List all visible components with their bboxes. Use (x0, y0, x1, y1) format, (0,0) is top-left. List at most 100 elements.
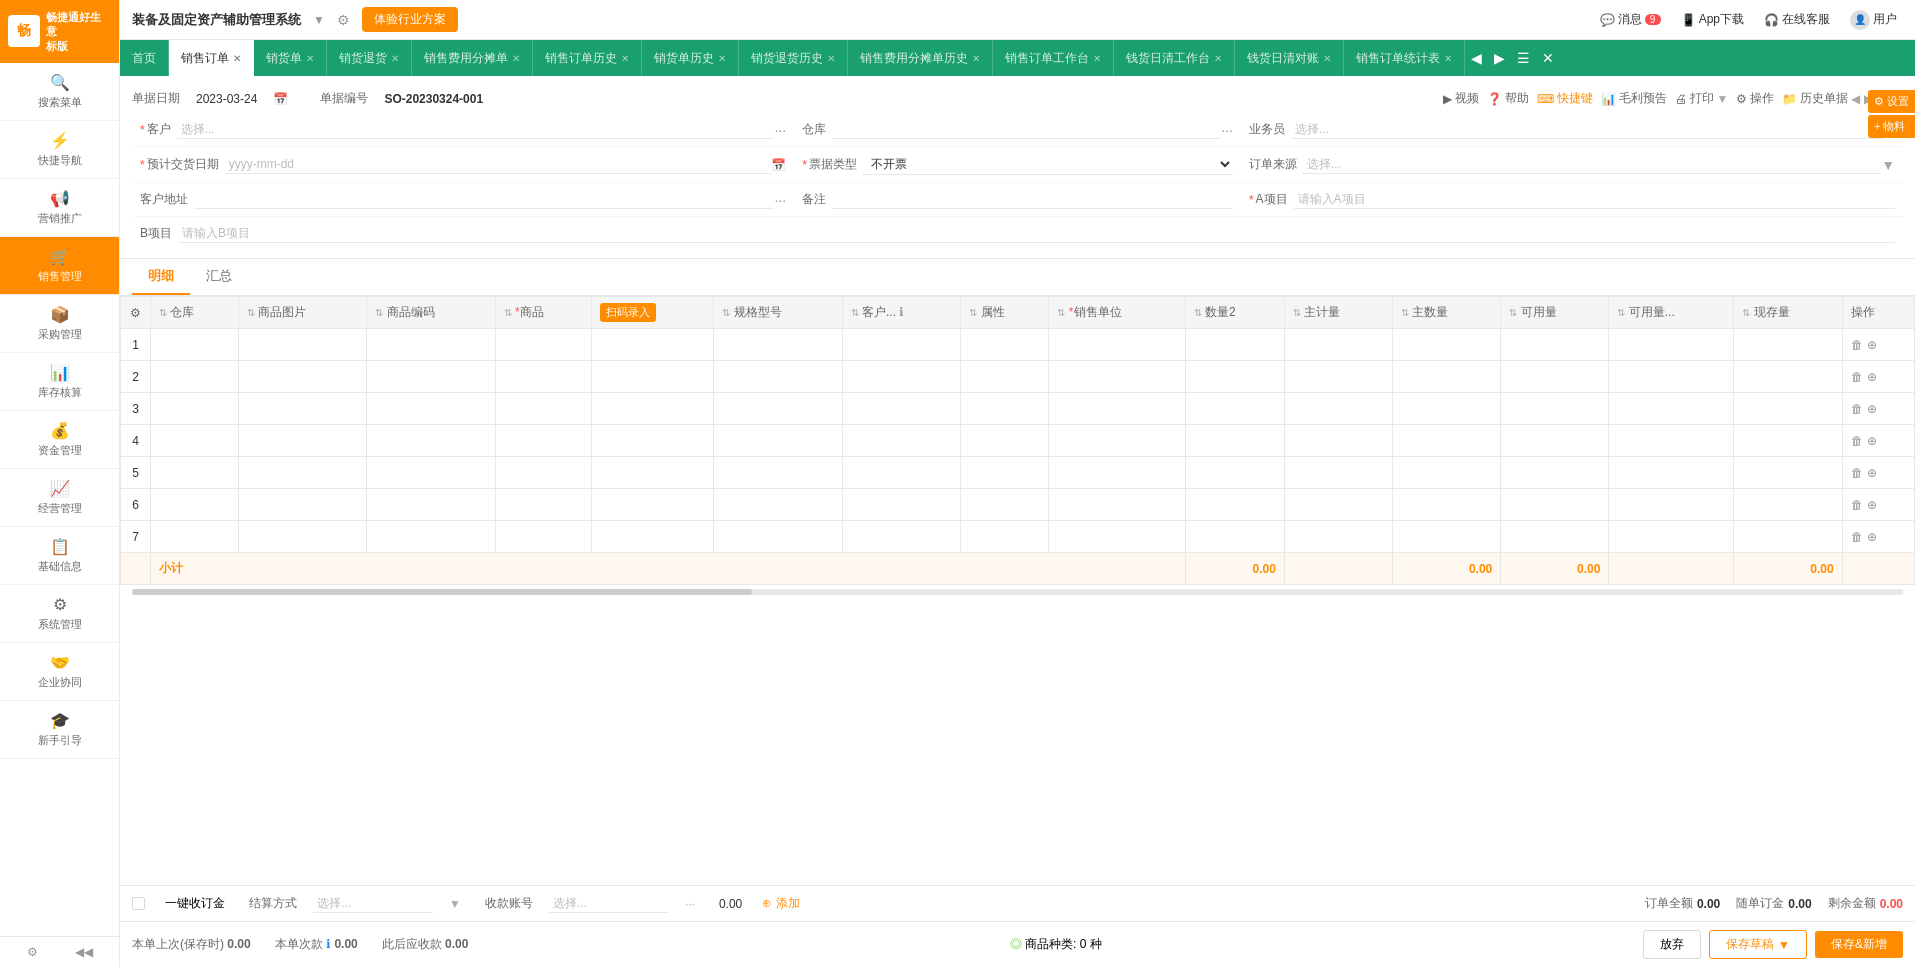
tab-close-order-stats[interactable]: ✕ (1444, 53, 1452, 64)
scan-entry-button[interactable]: 扫码录入 (600, 303, 656, 322)
row-copy-icon-3[interactable]: ⊕ (1867, 402, 1877, 416)
tab-close-slip-history[interactable]: ✕ (718, 53, 726, 64)
one-click-checkbox[interactable] (132, 897, 145, 910)
discard-button[interactable]: 放弃 (1643, 930, 1701, 959)
col-available2[interactable]: ⇅ 可用量... (1609, 297, 1734, 329)
order-source-more-icon[interactable]: ▼ (1881, 157, 1895, 173)
payment-method-input[interactable] (313, 894, 433, 913)
message-button[interactable]: 💬 消息 9 (1594, 9, 1667, 30)
sidebar-settings-icon[interactable]: ⚙ (27, 945, 38, 959)
tab-sales-order[interactable]: 销售订单 ✕ (169, 40, 254, 76)
sidebar-item-inventory[interactable]: 📊 库存核算 (0, 353, 119, 411)
shortcut-button[interactable]: ⌨ 快捷键 (1537, 90, 1593, 107)
sidebar-item-quick-nav[interactable]: ⚡ 快捷导航 (0, 121, 119, 179)
col-settings[interactable]: ⚙ (121, 297, 151, 329)
customer-input[interactable] (177, 120, 775, 139)
tab-cash-reconcile[interactable]: 钱货日清对账 ✕ (1235, 40, 1344, 76)
row-copy-icon-1[interactable]: ⊕ (1867, 338, 1877, 352)
warehouse-more-icon[interactable]: ··· (1221, 122, 1233, 138)
save-new-button[interactable]: 保存&新增 (1815, 931, 1903, 958)
tab-close-cash-reconcile[interactable]: ✕ (1323, 53, 1331, 64)
tab-close-all-button[interactable]: ✕ (1536, 50, 1560, 66)
view-video-button[interactable]: ▶ 视频 (1443, 90, 1479, 107)
tab-cash-workbench[interactable]: 钱货日清工作台 ✕ (1114, 40, 1235, 76)
sidebar-item-basic-info[interactable]: 📋 基础信息 (0, 527, 119, 585)
address-more-icon[interactable]: ··· (774, 192, 786, 208)
col-attr[interactable]: ⇅ 属性 (961, 297, 1049, 329)
a-project-input[interactable] (1294, 190, 1895, 209)
col-code[interactable]: ⇅ 商品编码 (367, 297, 495, 329)
online-service-button[interactable]: 🎧 在线客服 (1758, 9, 1836, 30)
col-warehouse[interactable]: ⇅ 仓库 (151, 297, 239, 329)
tab-home[interactable]: 首页 (120, 40, 169, 76)
sidebar-item-operations[interactable]: 📈 经营管理 (0, 469, 119, 527)
sidebar-item-guide[interactable]: 🎓 新手引导 (0, 701, 119, 759)
row-delete-icon-2[interactable]: 🗑 (1851, 370, 1863, 384)
col-qty2[interactable]: ⇅ 数量2 (1185, 297, 1284, 329)
payment-dropdown-icon[interactable]: ▼ (449, 897, 461, 911)
col-customer-code[interactable]: ⇅ 客户... ℹ (842, 297, 961, 329)
col-stock[interactable]: ⇅ 现存量 (1734, 297, 1842, 329)
col-spec[interactable]: ⇅ 规格型号 (714, 297, 842, 329)
save-draft-button[interactable]: 保存草稿 ▼ (1709, 930, 1807, 959)
tab-order-workbench[interactable]: 销售订单工作台 ✕ (993, 40, 1114, 76)
tab-slip-history[interactable]: 销货单历史 ✕ (642, 40, 739, 76)
col-image[interactable]: ⇅ 商品图片 (239, 297, 367, 329)
tab-detail[interactable]: 明细 (132, 259, 190, 295)
sidebar-item-sales[interactable]: 🛒 销售管理 (0, 237, 119, 295)
sidebar-item-marketing[interactable]: 📢 营销推广 (0, 179, 119, 237)
sidebar-item-system[interactable]: ⚙ 系统管理 (0, 585, 119, 643)
customer-more-icon[interactable]: ··· (774, 122, 786, 138)
bank-more-icon[interactable]: ··· (685, 897, 695, 911)
tab-close-sales-return[interactable]: ✕ (391, 53, 399, 64)
material-side-button[interactable]: + 物料 (1868, 115, 1915, 138)
calendar-icon[interactable]: 📅 (273, 92, 288, 106)
tab-close-expense-history[interactable]: ✕ (972, 53, 980, 64)
add-button[interactable]: ⊕ 添加 (762, 895, 799, 912)
col-main-unit[interactable]: ⇅ 主计量 (1284, 297, 1392, 329)
tab-close-order-history[interactable]: ✕ (621, 53, 629, 64)
row-delete-icon-4[interactable]: 🗑 (1851, 434, 1863, 448)
scroll-bar-area[interactable] (120, 585, 1915, 599)
row-copy-icon-7[interactable]: ⊕ (1867, 530, 1877, 544)
calendar2-icon[interactable]: 📅 (771, 158, 786, 172)
tab-order-stats[interactable]: 销售订单统计表 ✕ (1344, 40, 1465, 76)
app-download-button[interactable]: 📱 App下载 (1675, 9, 1750, 30)
tab-close-sales-slip[interactable]: ✕ (306, 53, 314, 64)
date-value[interactable]: 2023-03-24 (196, 92, 257, 106)
bank-account-input[interactable] (549, 894, 669, 913)
operation-button[interactable]: ⚙ 操作 (1736, 90, 1774, 107)
tab-sales-return[interactable]: 销货退货 ✕ (327, 40, 412, 76)
profit-button[interactable]: 📊 毛利预告 (1601, 90, 1667, 107)
info-icon[interactable]: ℹ (326, 937, 331, 951)
tab-close-return-history[interactable]: ✕ (827, 53, 835, 64)
save-draft-dropdown-icon[interactable]: ▼ (1778, 938, 1790, 952)
help-button[interactable]: ❓ 帮助 (1487, 90, 1529, 107)
print-button[interactable]: 🖨 打印 ▼ (1675, 90, 1729, 107)
row-delete-icon-7[interactable]: 🗑 (1851, 530, 1863, 544)
warehouse-input[interactable]: 成品库 (832, 120, 1221, 139)
col-main-qty[interactable]: ⇅ 主数量 (1393, 297, 1501, 329)
tab-expense-history[interactable]: 销售费用分摊单历史 ✕ (848, 40, 993, 76)
sidebar-item-purchase[interactable]: 📦 采购管理 (0, 295, 119, 353)
history-button[interactable]: 📁 历史单据 ◀ ▶ (1782, 90, 1872, 107)
tab-sales-order-history[interactable]: 销售订单历史 ✕ (533, 40, 642, 76)
row-delete-icon-3[interactable]: 🗑 (1851, 402, 1863, 416)
salesperson-input[interactable] (1291, 120, 1883, 139)
sidebar-item-search[interactable]: 🔍 搜索菜单 (0, 63, 119, 121)
tab-close-cash-workbench[interactable]: ✕ (1214, 53, 1222, 64)
customer-address-input[interactable] (194, 190, 774, 209)
row-copy-icon-4[interactable]: ⊕ (1867, 434, 1877, 448)
col-available[interactable]: ⇅ 可用量 (1501, 297, 1609, 329)
tab-summary[interactable]: 汇总 (190, 259, 248, 295)
row-copy-icon-6[interactable]: ⊕ (1867, 498, 1877, 512)
row-copy-icon-5[interactable]: ⊕ (1867, 466, 1877, 480)
row-delete-icon-1[interactable]: 🗑 (1851, 338, 1863, 352)
user-button[interactable]: 👤 用户 (1844, 8, 1903, 32)
tab-return-history[interactable]: 销货退货历史 ✕ (739, 40, 848, 76)
dropdown-arrow-icon[interactable]: ▼ (313, 13, 325, 27)
delivery-date-input[interactable] (225, 155, 771, 174)
tab-menu-button[interactable]: ☰ (1511, 50, 1536, 66)
sidebar-item-cooperation[interactable]: 🤝 企业协同 (0, 643, 119, 701)
industry-plan-button[interactable]: 体验行业方案 (362, 7, 458, 32)
